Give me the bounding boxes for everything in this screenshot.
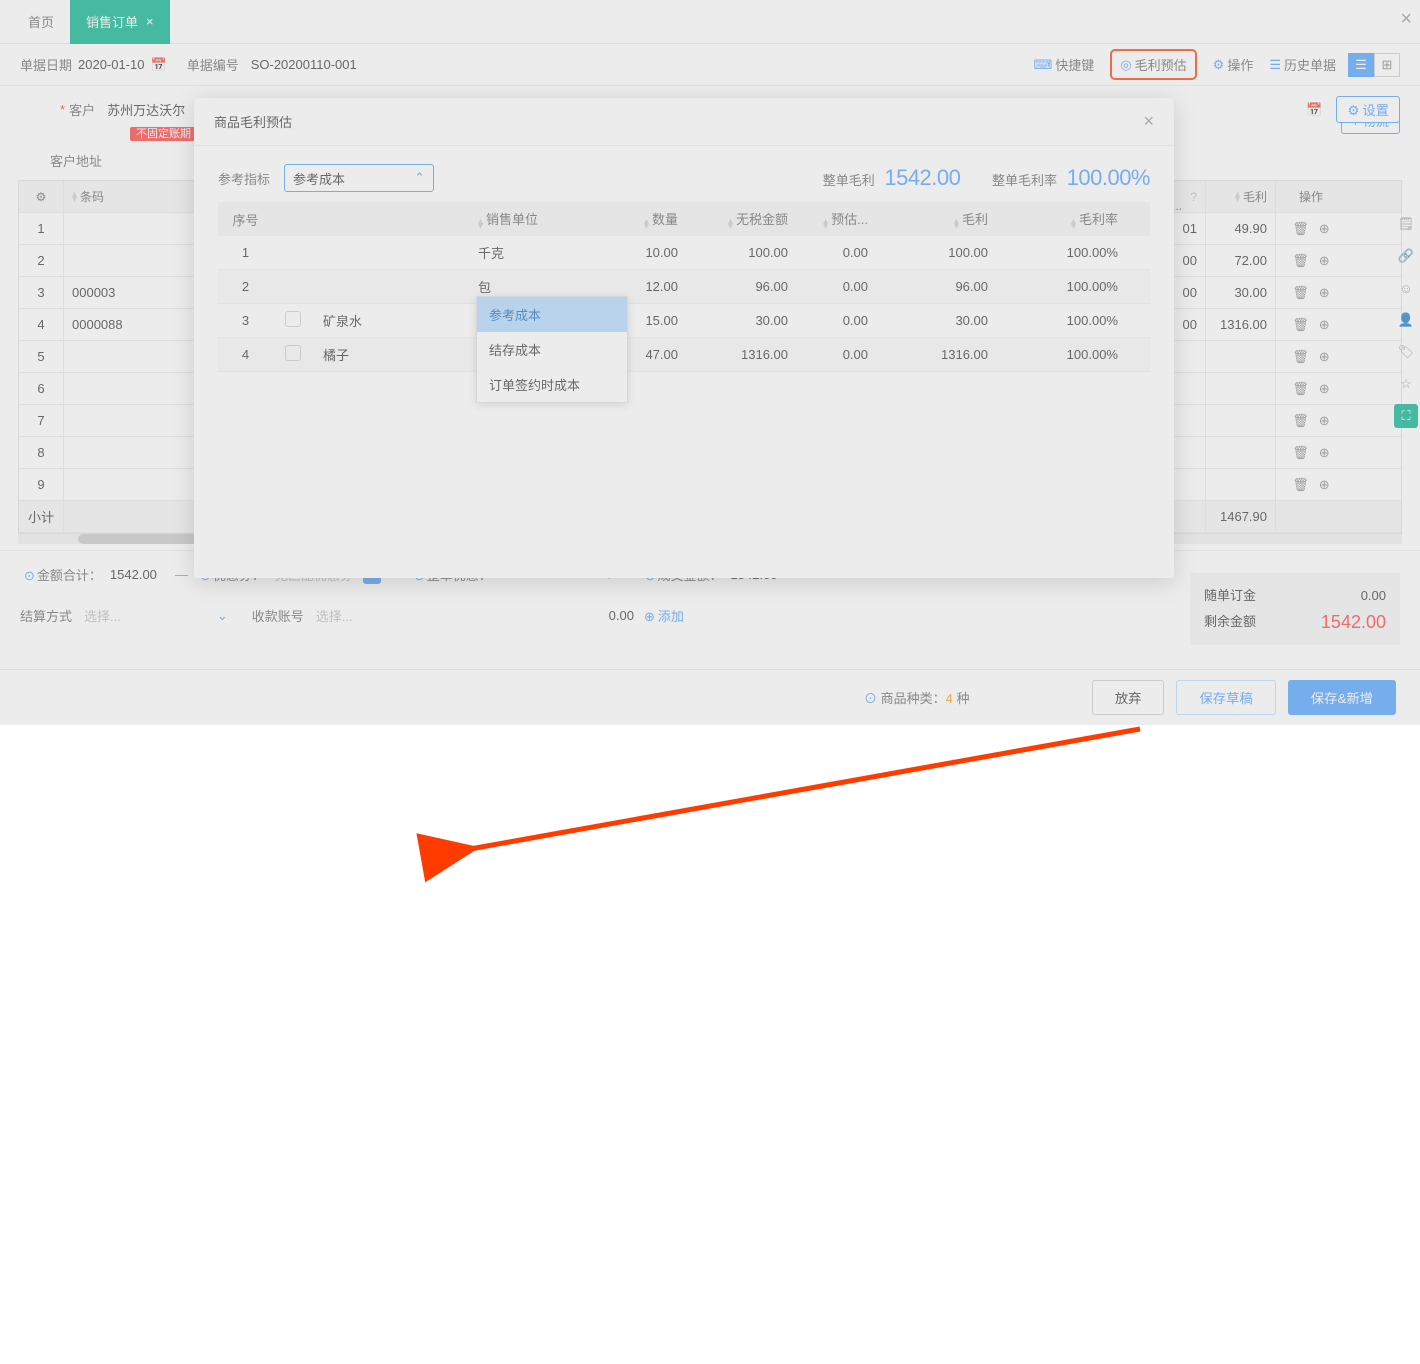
annotation-arrow — [0, 639, 1420, 1364]
modal-mask[interactable] — [0, 0, 1420, 725]
